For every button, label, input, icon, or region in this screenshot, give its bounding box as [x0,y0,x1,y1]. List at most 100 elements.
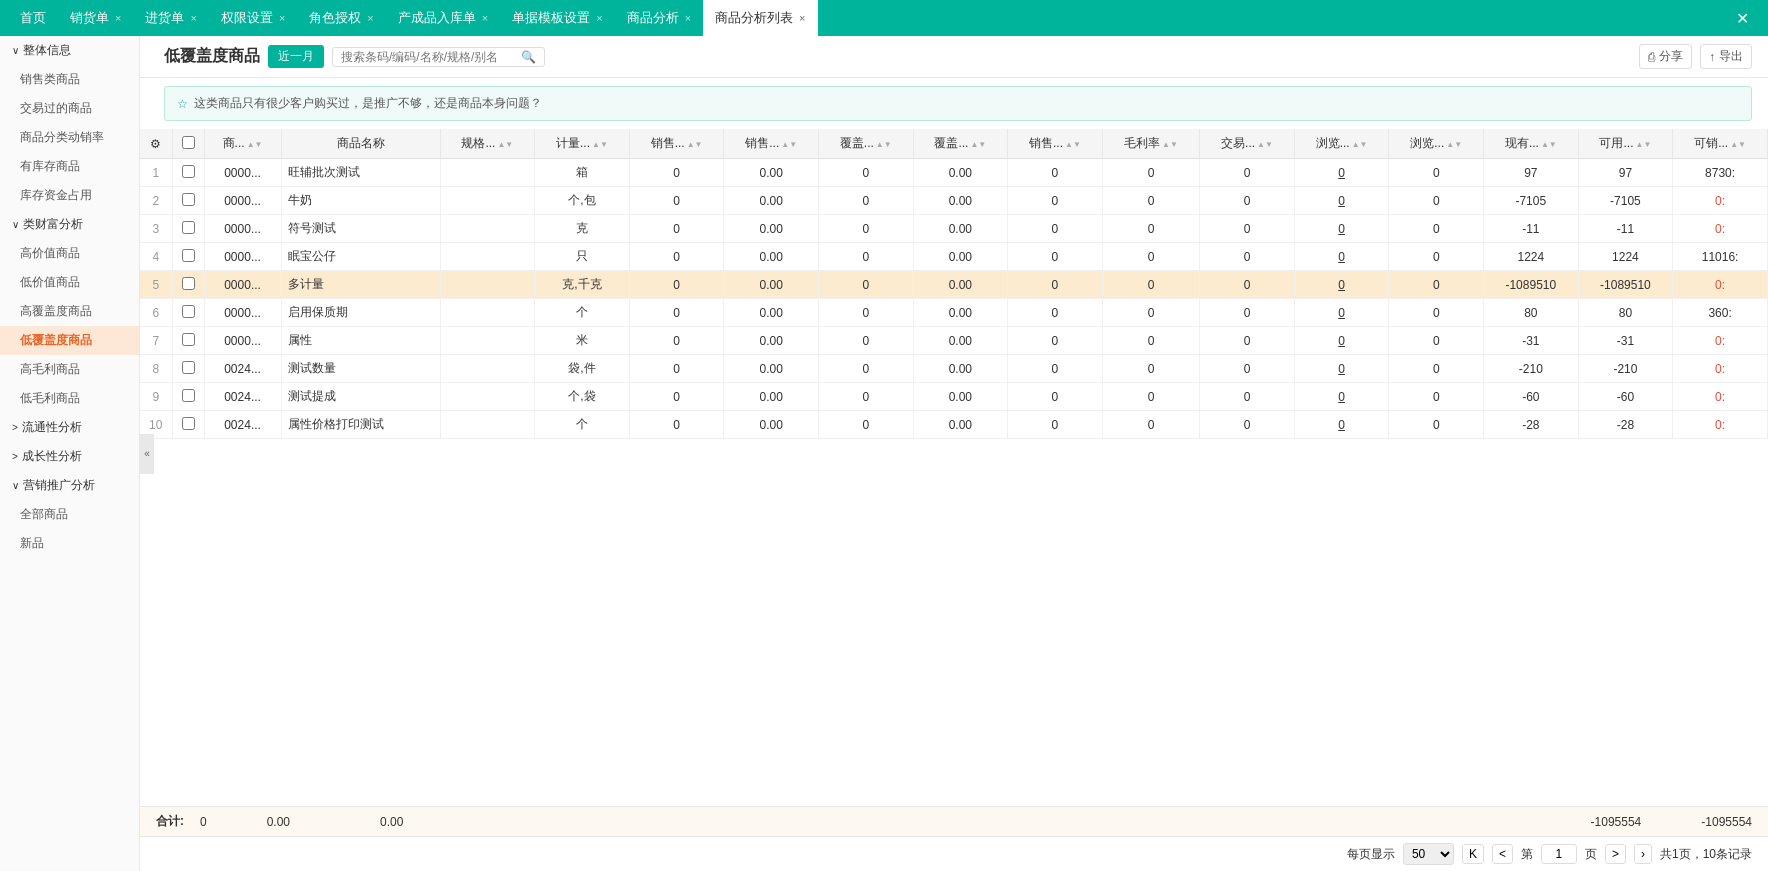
nav-item-角色授权[interactable]: 角色授权× [297,0,385,36]
window-close-button[interactable]: ✕ [1724,0,1760,36]
nav-close-进货单[interactable]: × [190,12,196,24]
sidebar-item-低覆盖度商品[interactable]: 低覆盖度商品 [0,326,139,355]
col-header-trade[interactable]: 交易...▲▼ [1200,129,1295,159]
sidebar-group-1[interactable]: ∨类财富分析 [0,210,139,239]
col-header-spec[interactable]: 规格...▲▼ [440,129,535,159]
cell-checkbox[interactable] [172,355,204,383]
nav-item-销货单[interactable]: 销货单× [58,0,133,36]
sidebar-item-低价值商品[interactable]: 低价值商品 [0,268,139,297]
col-header-code[interactable]: 商...▲▼ [204,129,281,159]
nav-close-单据模板设置[interactable]: × [596,12,602,24]
nav-close-权限设置[interactable]: × [279,12,285,24]
cell-browse1[interactable]: 0 [1294,159,1389,187]
col-header-sales_amt[interactable]: 销售...▲▼ [724,129,819,159]
nav-close-商品分析列表[interactable]: × [799,12,805,24]
cell-browse1[interactable]: 0 [1294,187,1389,215]
nav-item-商品分析[interactable]: 商品分析× [615,0,703,36]
sidebar-group-4[interactable]: ∨营销推广分析 [0,471,139,500]
export-button[interactable]: ↑ 导出 [1700,44,1752,69]
nav-item-单据模板设置[interactable]: 单据模板设置× [500,0,614,36]
col-header-current[interactable]: 现有...▲▼ [1484,129,1579,159]
search-icon[interactable]: 🔍 [521,50,536,64]
col-header-saleable[interactable]: 可销...▲▼ [1673,129,1768,159]
sidebar-group-3[interactable]: >成长性分析 [0,442,139,471]
sidebar-item-低毛利商品[interactable]: 低毛利商品 [0,384,139,413]
share-button[interactable]: ⎙ 分享 [1639,44,1692,69]
sidebar-group-2[interactable]: >流通性分析 [0,413,139,442]
next-page-button[interactable]: > [1605,844,1626,864]
col-header-gear[interactable]: ⚙ [140,129,172,159]
cell-checkbox[interactable] [172,299,204,327]
cell-checkbox[interactable] [172,243,204,271]
col-header-coverage1[interactable]: 覆盖...▲▼ [818,129,913,159]
select-all-checkbox[interactable] [182,136,195,149]
cell-browse1[interactable]: 0 [1294,299,1389,327]
cell-checkbox[interactable] [172,159,204,187]
table-container[interactable]: ⚙商...▲▼商品名称规格...▲▼计量...▲▼销售...▲▼销售...▲▼覆… [140,129,1768,806]
sidebar-item-库存资金占用[interactable]: 库存资金占用 [0,181,139,210]
cell-spec [440,243,535,271]
nav-close-销货单[interactable]: × [115,12,121,24]
col-header-unit[interactable]: 计量...▲▼ [535,129,630,159]
sidebar-item-高价值商品[interactable]: 高价值商品 [0,239,139,268]
col-header-available[interactable]: 可用...▲▼ [1578,129,1673,159]
nav-item-进货单[interactable]: 进货单× [133,0,208,36]
cell-num: 2 [140,187,172,215]
cell-browse1[interactable]: 0 [1294,215,1389,243]
cell-browse1[interactable]: 0 [1294,383,1389,411]
sidebar-item-全部商品[interactable]: 全部商品 [0,500,139,529]
cell-browse1[interactable]: 0 [1294,355,1389,383]
col-header-sales3[interactable]: 销售...▲▼ [1008,129,1103,159]
last-page-button[interactable]: › [1634,844,1652,864]
col-header-checkbox[interactable] [172,129,204,159]
cell-browse2: 0 [1389,271,1484,299]
cell-browse1[interactable]: 0 [1294,327,1389,355]
cell-browse1[interactable]: 0 [1294,411,1389,439]
cell-browse2: 0 [1389,355,1484,383]
nav-close-角色授权[interactable]: × [367,12,373,24]
sidebar-item-新品[interactable]: 新品 [0,529,139,558]
nav-item-首页[interactable]: 首页 [8,0,58,36]
cell-spec [440,327,535,355]
cell-available: -28 [1578,411,1673,439]
page-input[interactable] [1541,844,1577,864]
cell-saleable: 360: [1673,299,1768,327]
nav-close-产成品入库单[interactable]: × [482,12,488,24]
cell-coverage1: 0 [818,187,913,215]
first-page-button[interactable]: K [1462,844,1484,864]
search-input[interactable] [341,50,521,64]
col-header-browse1[interactable]: 浏览...▲▼ [1294,129,1389,159]
nav-close-商品分析[interactable]: × [685,12,691,24]
cell-browse1[interactable]: 0 [1294,271,1389,299]
cell-checkbox[interactable] [172,271,204,299]
cell-checkbox[interactable] [172,383,204,411]
per-page-select[interactable]: 2050100 [1403,843,1454,865]
cell-checkbox[interactable] [172,215,204,243]
cell-trade: 0 [1200,383,1295,411]
sidebar-item-有库存商品[interactable]: 有库存商品 [0,152,139,181]
cell-num: 5 [140,271,172,299]
period-button[interactable]: 近一月 [268,45,324,68]
nav-item-产成品入库单[interactable]: 产成品入库单× [386,0,500,36]
sidebar-item-商品分类动销率[interactable]: 商品分类动销率 [0,123,139,152]
sidebar-group-0[interactable]: ∨整体信息 [0,36,139,65]
nav-item-商品分析列表[interactable]: 商品分析列表× [703,0,817,36]
cell-browse1[interactable]: 0 [1294,243,1389,271]
sidebar-item-交易过的商品[interactable]: 交易过的商品 [0,94,139,123]
sidebar-item-高毛利商品[interactable]: 高毛利商品 [0,355,139,384]
cell-code: 0000... [204,187,281,215]
col-header-margin[interactable]: 毛利率▲▼ [1102,129,1200,159]
col-header-browse2[interactable]: 浏览...▲▼ [1389,129,1484,159]
col-header-coverage2[interactable]: 覆盖...▲▼ [913,129,1008,159]
cell-sales_amt: 0.00 [724,271,819,299]
col-header-name[interactable]: 商品名称 [281,129,440,159]
nav-item-权限设置[interactable]: 权限设置× [209,0,297,36]
prev-page-button[interactable]: < [1492,844,1513,864]
sidebar-item-销售类商品[interactable]: 销售类商品 [0,65,139,94]
cell-checkbox[interactable] [172,327,204,355]
cell-checkbox[interactable] [172,411,204,439]
cell-checkbox[interactable] [172,187,204,215]
col-header-sales_qty[interactable]: 销售...▲▼ [629,129,724,159]
sidebar-item-高覆盖度商品[interactable]: 高覆盖度商品 [0,297,139,326]
sidebar-collapse-button[interactable]: « [140,434,154,474]
